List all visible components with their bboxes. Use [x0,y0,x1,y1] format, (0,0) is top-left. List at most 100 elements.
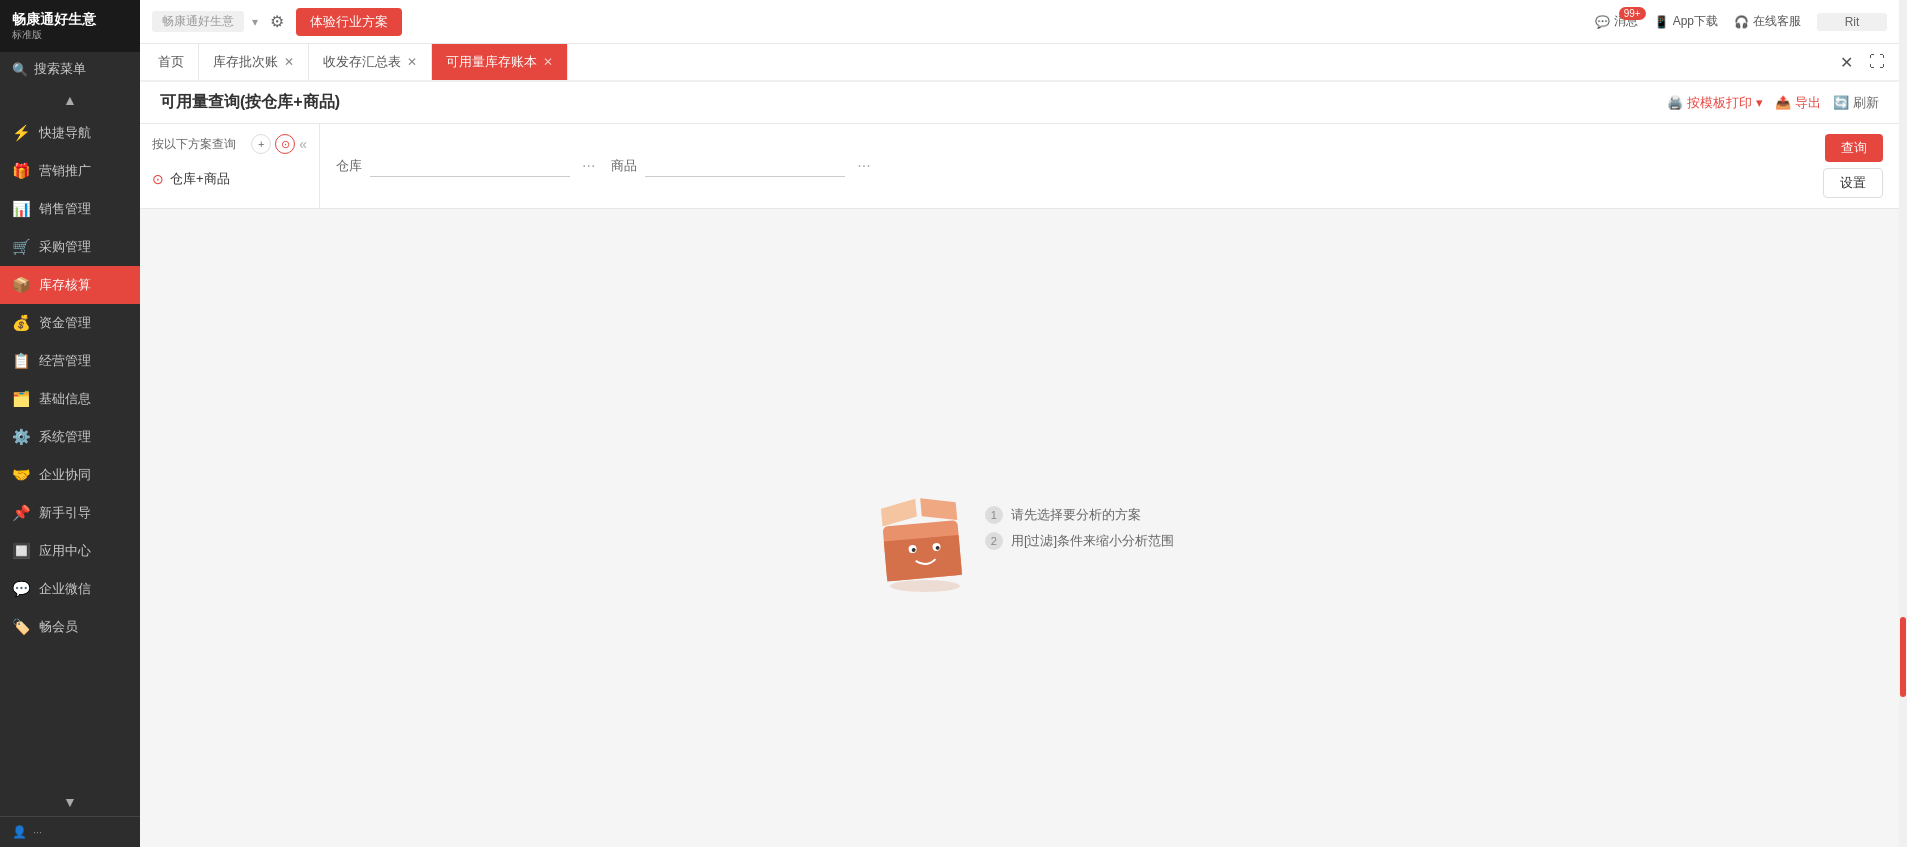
filter-panel: 仓库 ··· 商品 ··· 查询 设置 [320,124,1899,208]
right-scroll-indicator [1899,0,1907,847]
sidebar-item-finance[interactable]: 💰 资金管理 [0,304,140,342]
schemes-header-label: 按以下方案查询 [152,136,236,153]
sidebar-item-label: 经营管理 [39,352,91,370]
message-button[interactable]: 💬 消息 99+ [1595,13,1638,30]
query-area: 按以下方案查询 + ⊙ « ⊙ 仓库+商品 仓库 ··· [140,124,1899,209]
sidebar-item-wechat[interactable]: 💬 企业微信 [0,570,140,608]
sidebar-scroll-down[interactable]: ▼ [0,790,140,814]
gear-icon: ⚙️ [12,428,31,446]
warehouse-filter-dots[interactable]: ··· [582,157,595,175]
user-avatar[interactable]: Rit [1817,13,1887,31]
online-service-label: 在线客服 [1753,13,1801,30]
sidebar-item-label: 企业协同 [39,466,91,484]
query-button[interactable]: 查询 [1825,134,1883,162]
collapse-panel-button[interactable]: « [299,134,307,154]
gift-icon: 🎁 [12,162,31,180]
print-button[interactable]: 🖨️ 按模板打印 ▾ [1667,94,1763,112]
user-icon: 👤 [12,825,27,839]
handshake-icon: 🤝 [12,466,31,484]
tab-batch-account-close-icon[interactable]: ✕ [284,55,294,69]
sidebar-item-quick-nav[interactable]: ⚡ 快捷导航 [0,114,140,152]
breadcrumb-area: 畅康通好生意 ▾ ⚙ 体验行业方案 [152,8,1587,36]
tab-available-qty-close-icon[interactable]: ✕ [543,55,553,69]
main-area: 畅康通好生意 ▾ ⚙ 体验行业方案 💬 消息 99+ 📱 App下载 🎧 在线客… [140,0,1899,847]
search-icon: 🔍 [12,62,28,77]
goods-filter-input[interactable] [645,155,845,177]
message-icon: 💬 [1595,15,1610,29]
brand-tag: 标准版 [12,28,42,42]
sidebar-item-system[interactable]: ⚙️ 系统管理 [0,418,140,456]
tab-available-qty-label: 可用量库存账本 [446,53,537,71]
scheme-warehouse-goods[interactable]: ⊙ 仓库+商品 [140,162,319,196]
sidebar-item-marketing[interactable]: 🎁 营销推广 [0,152,140,190]
add-scheme-button[interactable]: + [251,134,271,154]
sidebar-scroll-up[interactable]: ▲ [0,88,140,112]
sidebar-item-apps[interactable]: 🔲 应用中心 [0,532,140,570]
tab-inventory-summary-close-icon[interactable]: ✕ [407,55,417,69]
sidebar-item-inventory[interactable]: 📦 库存核算 [0,266,140,304]
sidebar-item-member[interactable]: 🏷️ 畅会员 [0,608,140,646]
schemes-panel-btns: + ⊙ « [251,134,307,154]
sidebar-bottom: 👤 ··· [0,816,140,847]
goods-filter-group: 商品 ··· [611,155,870,177]
top-header: 畅康通好生意 ▾ ⚙ 体验行业方案 💬 消息 99+ 📱 App下载 🎧 在线客… [140,0,1899,44]
scheme-icon: ⊙ [152,171,164,187]
sidebar-item-purchase[interactable]: 🛒 采购管理 [0,228,140,266]
money-icon: 💰 [12,314,31,332]
sidebar-item-operations[interactable]: 📋 经营管理 [0,342,140,380]
sidebar-item-label: 新手引导 [39,504,91,522]
header-settings-button[interactable]: ⚙ [266,8,288,35]
tab-home[interactable]: 首页 [144,44,199,80]
box-icon: 📦 [12,276,31,294]
refresh-icon: 🔄 [1833,95,1849,110]
sidebar-item-enterprise[interactable]: 🤝 企业协同 [0,456,140,494]
page-header: 可用量查询(按仓库+商品) 🖨️ 按模板打印 ▾ 📤 导出 🔄 刷新 [140,82,1899,124]
lightning-icon: ⚡ [12,124,31,142]
sidebar-item-label: 营销推广 [39,162,91,180]
goods-filter-dots[interactable]: ··· [857,157,870,175]
sidebar-item-label: 资金管理 [39,314,91,332]
refresh-button[interactable]: 🔄 刷新 [1833,94,1879,112]
empty-content: 1 请先选择要分析的方案 2 用[过滤]条件来缩小分析范围 [865,478,1174,578]
tab-bar: 首页 库存批次账 ✕ 收发存汇总表 ✕ 可用量库存账本 ✕ ✕ ⛶ [140,44,1899,82]
empty-tip-2: 2 用[过滤]条件来缩小分析范围 [985,532,1174,550]
clipboard-icon: 📋 [12,352,31,370]
sidebar-item-newbie[interactable]: 📌 新手引导 [0,494,140,532]
sidebar-search[interactable]: 🔍 搜索菜单 [0,52,140,86]
manage-scheme-button[interactable]: ⊙ [275,134,295,154]
online-service-button[interactable]: 🎧 在线客服 [1734,13,1801,30]
warehouse-filter-group: 仓库 ··· [336,155,595,177]
phone-icon: 📱 [1654,15,1669,29]
query-btn-area: 查询 设置 [1823,134,1883,198]
brand-name: 畅康通好生意 [12,10,96,28]
warehouse-filter-input[interactable] [370,155,570,177]
settings-action-button[interactable]: 设置 [1823,168,1883,198]
trial-industry-button[interactable]: 体验行业方案 [296,8,402,36]
sidebar-item-label: 销售管理 [39,200,91,218]
svg-point-0 [890,580,960,592]
sidebar-item-sales[interactable]: 📊 销售管理 [0,190,140,228]
export-button[interactable]: 📤 导出 [1775,94,1821,112]
tab-close-all-button[interactable]: ✕ [1834,49,1859,76]
app-download-button[interactable]: 📱 App下载 [1654,13,1718,30]
cart-icon: 🛒 [12,238,31,256]
tag-icon: 🏷️ [12,618,31,636]
tab-available-qty[interactable]: 可用量库存账本 ✕ [432,44,568,80]
goods-filter-label: 商品 [611,157,637,175]
sidebar-item-label: 应用中心 [39,542,91,560]
chat-icon: 💬 [12,580,31,598]
tip-num-1: 1 [985,506,1003,524]
empty-tips: 1 请先选择要分析的方案 2 用[过滤]条件来缩小分析范围 [985,506,1174,550]
empty-tip-1: 1 请先选择要分析的方案 [985,506,1174,524]
tab-bar-right: ✕ ⛶ [1834,44,1899,80]
refresh-label: 刷新 [1853,94,1879,112]
sidebar-item-basics[interactable]: 🗂️ 基础信息 [0,380,140,418]
bottom-label: ··· [33,826,42,838]
tab-batch-account[interactable]: 库存批次账 ✕ [199,44,309,80]
right-scroll-thumb[interactable] [1900,617,1906,697]
chart-icon: 📊 [12,200,31,218]
warehouse-filter-label: 仓库 [336,157,362,175]
tab-inventory-summary[interactable]: 收发存汇总表 ✕ [309,44,432,80]
svg-marker-3 [920,495,957,523]
tab-expand-button[interactable]: ⛶ [1863,49,1891,75]
